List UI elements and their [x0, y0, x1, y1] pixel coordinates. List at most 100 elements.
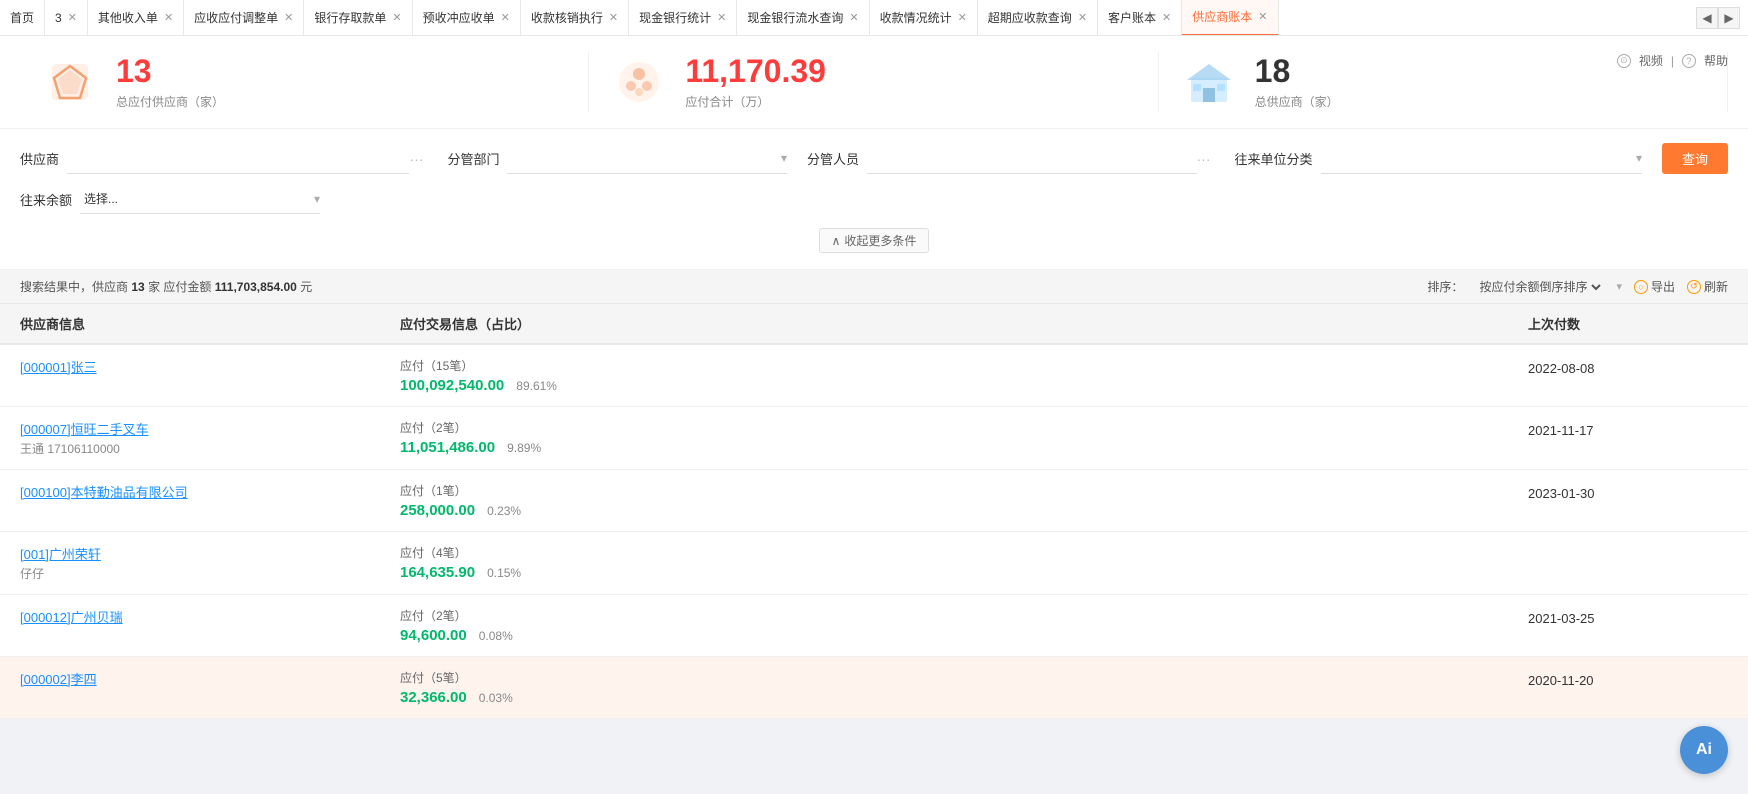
transaction-col: 应付（15笔） 100,092,540.00 89.61%	[400, 357, 1528, 394]
dept-label: 分管部门	[447, 149, 499, 168]
balance-select[interactable]: 选择...	[80, 185, 314, 213]
table-row[interactable]: [001]广州荣轩 仔仔 应付（4笔） 164,635.90 0.15%	[0, 532, 1748, 595]
table-row[interactable]: [000100]本特勤油品有限公司 应付（1笔） 258,000.00 0.23…	[0, 470, 1748, 532]
tab-close-icon[interactable]: ✕	[1162, 11, 1171, 24]
person-dots[interactable]: ···	[1197, 151, 1211, 167]
supplier-count: 13	[131, 280, 144, 294]
help-link[interactable]: 帮助	[1704, 52, 1728, 69]
tx-amount: 32,366.00	[400, 689, 467, 706]
tx-amount: 258,000.00	[400, 502, 475, 519]
nav-prev-arrow[interactable]: ◀	[1696, 7, 1718, 29]
tab-close-icon[interactable]: ✕	[958, 11, 967, 24]
filter-row-1: 供应商 ··· 分管部门 ▾ 分管人员 ··· 往来单位分类 ▾ 查询	[20, 143, 1728, 174]
tab-close-icon[interactable]: ✕	[164, 11, 173, 24]
nav-tab-other-income[interactable]: 其他收入单 ✕	[88, 0, 184, 36]
tab-label: 其他收入单	[98, 9, 158, 26]
refresh-button[interactable]: ↺ 刷新	[1687, 278, 1728, 295]
tab-label: 首页	[10, 9, 34, 26]
supplier-dots[interactable]: ···	[409, 151, 423, 167]
nav-tab-cash-bank-flow[interactable]: 现金银行流水查询 ✕	[737, 0, 869, 36]
table-row[interactable]: [000001]张三 应付（15笔） 100,092,540.00 89.61%…	[0, 345, 1748, 407]
tab-close-icon[interactable]: ✕	[1078, 11, 1087, 24]
tab-close-icon[interactable]: ✕	[68, 11, 77, 24]
tab-label: 现金银行流水查询	[747, 9, 843, 26]
supplier-input[interactable]	[67, 144, 409, 174]
nav-tab-customer-ledger[interactable]: 客户账本 ✕	[1098, 0, 1182, 36]
sort-select[interactable]: 按应付余额倒序排序	[1475, 279, 1604, 295]
tx-label: 应付（4笔）	[400, 544, 1528, 561]
supplier-info-col: [000012]广州贝瑞	[20, 607, 400, 626]
tab-label: 超期应收款查询	[988, 9, 1072, 26]
circle-icon: ⊙	[1617, 54, 1631, 68]
lastpay-col	[1528, 544, 1728, 548]
nav-tab-collection-verify[interactable]: 收款核销执行 ✕	[521, 0, 629, 36]
filter-area: 供应商 ··· 分管部门 ▾ 分管人员 ··· 往来单位分类 ▾ 查询	[0, 129, 1748, 270]
tab-close-icon[interactable]: ✕	[1258, 10, 1267, 23]
nav-tab-cash-bank-stat[interactable]: 现金银行统计 ✕	[629, 0, 737, 36]
total-suppliers-count: 18	[1255, 54, 1339, 89]
supplier-link[interactable]: [000007]恒旺二手叉车	[20, 419, 400, 438]
tx-percent: 89.61%	[516, 379, 557, 393]
dept-select-wrap: ▾	[507, 144, 787, 174]
tx-percent: 0.15%	[487, 566, 521, 580]
nav-tab-supplier-ledger[interactable]: 供应商账本 ✕	[1182, 0, 1278, 36]
th-lastpay: 上次付数	[1528, 314, 1728, 333]
nav-tab-3[interactable]: 3 ✕	[45, 0, 88, 36]
supplier-link[interactable]: [000001]张三	[20, 357, 400, 376]
supplier-link[interactable]: [000012]广州贝瑞	[20, 607, 400, 626]
export-button[interactable]: ○ 导出	[1634, 278, 1675, 295]
summary-bar: 13 总应付供应商（家） 11,170.39 应付合计（万）	[0, 36, 1748, 129]
ai-button[interactable]: Ai	[1680, 726, 1728, 774]
supplier-info-col: [000002]李四	[20, 669, 400, 688]
nav-next-arrow[interactable]: ▶	[1718, 7, 1740, 29]
tab-close-icon[interactable]: ✕	[849, 11, 858, 24]
category-label: 往来单位分类	[1235, 149, 1313, 168]
search-button[interactable]: 查询	[1662, 143, 1728, 174]
transaction-col: 应付（4笔） 164,635.90 0.15%	[400, 544, 1528, 581]
tab-label: 银行存取款单	[314, 9, 386, 26]
supplier-link[interactable]: [000100]本特勤油品有限公司	[20, 482, 400, 501]
nav-tab-collection-stat[interactable]: 收款情况统计 ✕	[870, 0, 978, 36]
person-input[interactable]	[867, 144, 1196, 174]
category-select[interactable]	[1321, 144, 1636, 172]
supplier-label: 供应商	[20, 149, 59, 168]
nav-tab-prepay-offset[interactable]: 预收冲应收单 ✕	[413, 0, 521, 36]
tx-label: 应付（5笔）	[400, 669, 1528, 686]
tab-label: 3	[55, 11, 62, 25]
collapse-button[interactable]: ∧ 收起更多条件	[819, 228, 930, 253]
tab-label: 应收应付调整单	[194, 9, 278, 26]
dept-select[interactable]	[507, 144, 781, 172]
sort-label: 排序：	[1427, 278, 1463, 295]
lastpay-col: 2021-03-25	[1528, 607, 1728, 626]
tab-close-icon[interactable]: ✕	[609, 11, 618, 24]
supplier-link[interactable]: [000002]李四	[20, 669, 400, 688]
video-link[interactable]: 视频	[1639, 52, 1663, 69]
tx-percent: 0.03%	[479, 691, 513, 705]
table-row[interactable]: [000002]李四 应付（5笔） 32,366.00 0.03% 2020-1…	[0, 657, 1748, 719]
tab-close-icon[interactable]: ✕	[392, 11, 401, 24]
total-suppliers-label: 总供应商（家）	[1255, 93, 1339, 110]
tx-percent: 9.89%	[507, 441, 541, 455]
tab-close-icon[interactable]: ✕	[284, 11, 293, 24]
tx-percent: 0.23%	[487, 504, 521, 518]
nav-tab-ar-ap-adjust[interactable]: 应收应付调整单 ✕	[184, 0, 304, 36]
filter-person: 分管人员 ···	[787, 144, 1214, 174]
store-icon	[1179, 52, 1239, 112]
table-row[interactable]: [000012]广州贝瑞 应付（2笔） 94,600.00 0.08% 2021…	[0, 595, 1748, 657]
th-transaction: 应付交易信息（占比）	[400, 314, 1528, 333]
table-row[interactable]: [000007]恒旺二手叉车 王通 17106110000 应付（2笔） 11,…	[0, 407, 1748, 470]
tab-close-icon[interactable]: ✕	[501, 11, 510, 24]
summary-card-ap-suppliers: 13 总应付供应商（家）	[20, 52, 589, 112]
nav-tab-bank-deposit[interactable]: 银行存取款单 ✕	[304, 0, 412, 36]
tx-label: 应付（2笔）	[400, 419, 1528, 436]
diamond-icon	[40, 52, 100, 112]
filter-balance: 往来余额 选择... ▾	[20, 184, 320, 214]
tab-label: 现金银行统计	[639, 9, 711, 26]
tab-close-icon[interactable]: ✕	[717, 11, 726, 24]
nav-tab-overdue-ar[interactable]: 超期应收款查询 ✕	[978, 0, 1098, 36]
transaction-col: 应付（2笔） 94,600.00 0.08%	[400, 607, 1528, 644]
summary-card-ap-amount: 11,170.39 应付合计（万）	[589, 52, 1158, 112]
nav-tab-home[interactable]: 首页	[0, 0, 45, 36]
supplier-link[interactable]: [001]广州荣轩	[20, 544, 400, 563]
category-chevron-icon: ▾	[1636, 151, 1642, 165]
